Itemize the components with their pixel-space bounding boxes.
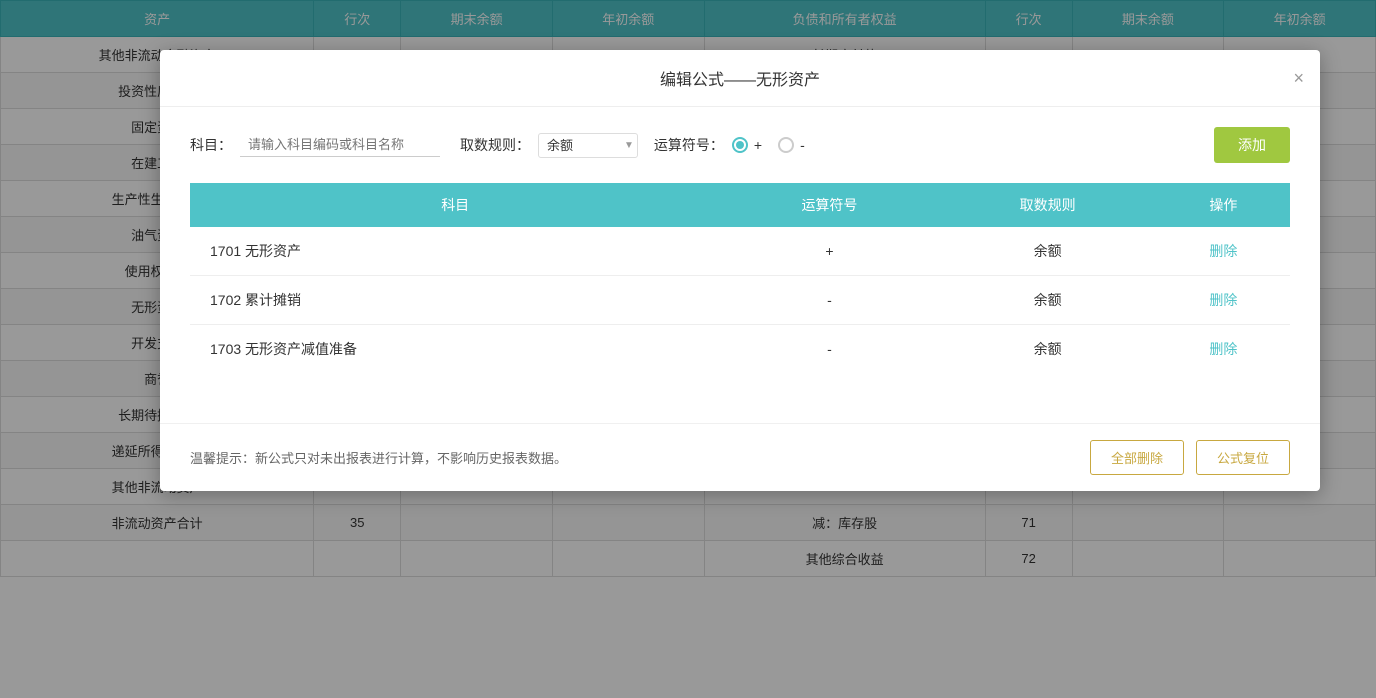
radio-circle-minus [778,137,794,153]
reset-formula-button[interactable]: 公式复位 [1196,440,1290,475]
formula-rule: 余额 [939,227,1157,276]
operator-plus-label: + [754,137,762,153]
formula-action: 删除 [1157,276,1290,325]
formula-action: 删除 [1157,325,1290,374]
th-rule: 取数规则 [939,183,1157,227]
formula-action: 删除 [1157,227,1290,276]
operator-minus-radio[interactable]: - [778,137,805,153]
th-operator: 运算符号 [720,183,938,227]
edit-formula-modal: 编辑公式——无形资产 × 科目： 取数规则： 余额 借方 贷方 借方发生额 [160,50,1320,491]
formula-subject: 1701 无形资产 [190,227,720,276]
modal-close-button[interactable]: × [1293,69,1304,87]
modal-body: 科目： 取数规则： 余额 借方 贷方 借方发生额 贷方发生额 ▼ [160,107,1320,423]
rule-group: 取数规则： 余额 借方 贷方 借方发生额 贷方发生额 ▼ [460,133,634,158]
subject-group: 科目： [190,133,440,157]
rule-select[interactable]: 余额 借方 贷方 借方发生额 贷方发生额 [538,133,638,158]
delete-row-button[interactable]: 删除 [1209,292,1237,308]
add-button[interactable]: 添加 [1214,127,1290,163]
formula-table-row: 1703 无形资产减值准备-余额 删除 [190,325,1290,374]
modal-footer: 温馨提示：新公式只对未出报表进行计算，不影响历史报表数据。 全部删除 公式复位 [160,423,1320,491]
formula-subject: 1703 无形资产减值准备 [190,325,720,374]
formula-table-row: 1701 无形资产+余额 删除 [190,227,1290,276]
operator-label: 运算符号： [654,135,724,155]
formula-operator: - [720,325,938,374]
delete-row-button[interactable]: 删除 [1209,341,1237,357]
rule-label: 取数规则： [460,135,530,155]
formula-operator: + [720,227,938,276]
formula-operator: - [720,276,938,325]
delete-row-button[interactable]: 删除 [1209,243,1237,259]
formula-rule: 余额 [939,325,1157,374]
rule-select-wrapper: 余额 借方 贷方 借方发生额 贷方发生额 ▼ [538,133,634,158]
formula-subject: 1702 累计摊销 [190,276,720,325]
modal-title: 编辑公式——无形资产 [660,66,820,90]
subject-input[interactable] [240,133,440,157]
radio-circle-plus [732,137,748,153]
operator-minus-label: - [800,137,805,153]
delete-all-button[interactable]: 全部删除 [1090,440,1184,475]
operator-plus-radio[interactable]: + [732,137,762,153]
operator-group: 运算符号： + - [654,135,805,155]
subject-label: 科目： [190,135,232,155]
th-subject: 科目 [190,183,720,227]
modal-header: 编辑公式——无形资产 × [160,50,1320,107]
operator-radio-group: + - [732,137,805,153]
formula-form-row: 科目： 取数规则： 余额 借方 贷方 借方发生额 贷方发生额 ▼ [190,127,1290,163]
formula-table-row: 1702 累计摊销-余额 删除 [190,276,1290,325]
footer-buttons: 全部删除 公式复位 [1090,440,1290,475]
table-header-row: 科目 运算符号 取数规则 操作 [190,183,1290,227]
th-action: 操作 [1157,183,1290,227]
formula-rule: 余额 [939,276,1157,325]
footer-tip: 温馨提示：新公式只对未出报表进行计算，不影响历史报表数据。 [190,448,567,467]
formula-table: 科目 运算符号 取数规则 操作 1701 无形资产+余额删除1702 累计摊销-… [190,183,1290,373]
